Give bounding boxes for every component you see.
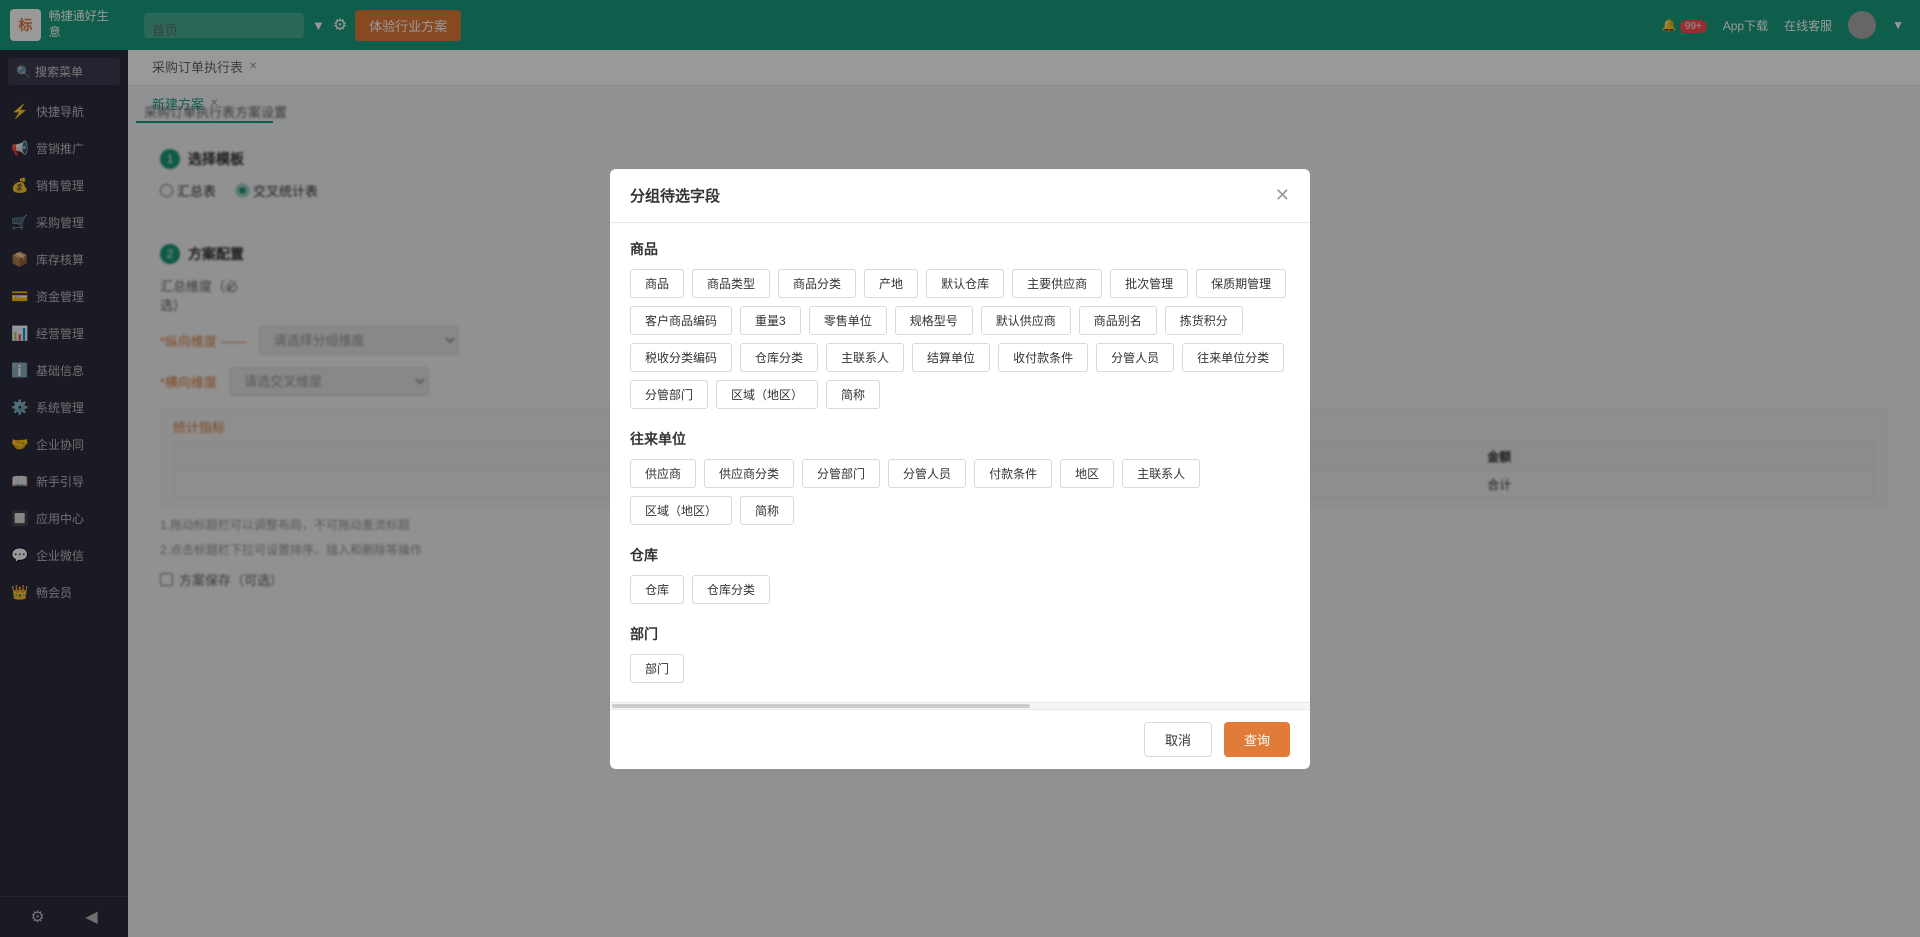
field-tags: 部门 — [630, 654, 1290, 683]
field-tag-税收分类编码[interactable]: 税收分类编码 — [630, 343, 732, 372]
field-tag-仓库[interactable]: 仓库 — [630, 575, 684, 604]
field-tags: 商品商品类型商品分类产地默认仓库主要供应商批次管理保质期管理客户商品编码重量3 零… — [630, 269, 1290, 409]
field-group-title: 部门 — [630, 624, 1290, 644]
field-tag-主联系人[interactable]: 主联系人 — [826, 343, 904, 372]
modal-body: 商品商品商品类型商品分类产地默认仓库主要供应商批次管理保质期管理客户商品编码重量… — [610, 223, 1310, 703]
field-tag-规格型号[interactable]: 规格型号 — [895, 306, 973, 335]
field-tag-简称[interactable]: 简称 — [826, 380, 880, 409]
field-tag-拣货积分[interactable]: 拣货积分 — [1165, 306, 1243, 335]
field-tag-主要供应商[interactable]: 主要供应商 — [1012, 269, 1102, 298]
field-tag-区域（地区）[interactable]: 区域（地区） — [716, 380, 818, 409]
field-tag-地区[interactable]: 地区 — [1060, 459, 1114, 488]
modal-overlay[interactable]: 分组待选字段 ✕ 商品商品商品类型商品分类产地默认仓库主要供应商批次管理保质期管… — [0, 0, 1920, 937]
field-tag-付款条件[interactable]: 付款条件 — [974, 459, 1052, 488]
field-group-仓库: 仓库仓库仓库分类 — [630, 545, 1290, 604]
modal-close-button[interactable]: ✕ — [1275, 185, 1290, 206]
field-tag-默认仓库[interactable]: 默认仓库 — [926, 269, 1004, 298]
field-tag-零售单位[interactable]: 零售单位 — [809, 306, 887, 335]
field-tag-供应商分类[interactable]: 供应商分类 — [704, 459, 794, 488]
modal-title: 分组待选字段 — [630, 185, 720, 206]
field-group-往来单位: 往来单位供应商供应商分类分管部门分管人员付款条件地区主联系人区域（地区） 简称 — [630, 429, 1290, 525]
field-tag-简称[interactable]: 简称 — [740, 496, 794, 525]
field-tag-分管人员[interactable]: 分管人员 — [888, 459, 966, 488]
cancel-button[interactable]: 取消 — [1144, 722, 1212, 757]
field-group-title: 商品 — [630, 239, 1290, 259]
field-tag-分管部门[interactable]: 分管部门 — [802, 459, 880, 488]
field-tag-仓库分类[interactable]: 仓库分类 — [692, 575, 770, 604]
field-tag-商品分类[interactable]: 商品分类 — [778, 269, 856, 298]
field-tag-仓库分类[interactable]: 仓库分类 — [740, 343, 818, 372]
field-group-title: 往来单位 — [630, 429, 1290, 449]
field-tag-商品[interactable]: 商品 — [630, 269, 684, 298]
field-tag-收付款条件[interactable]: 收付款条件 — [998, 343, 1088, 372]
field-tag-商品类型[interactable]: 商品类型 — [692, 269, 770, 298]
field-tag-供应商[interactable]: 供应商 — [630, 459, 696, 488]
field-group-商品: 商品商品商品类型商品分类产地默认仓库主要供应商批次管理保质期管理客户商品编码重量… — [630, 239, 1290, 409]
field-tag-区域（地区）[interactable]: 区域（地区） — [630, 496, 732, 525]
modal-footer: 取消 查询 — [610, 709, 1310, 769]
scrollbar-thumb — [612, 704, 1030, 708]
field-tag-结算单位[interactable]: 结算单位 — [912, 343, 990, 372]
field-tag-默认供应商[interactable]: 默认供应商 — [981, 306, 1071, 335]
modal-dialog: 分组待选字段 ✕ 商品商品商品类型商品分类产地默认仓库主要供应商批次管理保质期管… — [610, 169, 1310, 769]
field-tag-主联系人[interactable]: 主联系人 — [1122, 459, 1200, 488]
field-group-部门: 部门部门 — [630, 624, 1290, 683]
field-tag-客户商品编码[interactable]: 客户商品编码 — [630, 306, 732, 335]
field-tag-分管部门[interactable]: 分管部门 — [630, 380, 708, 409]
field-tag-商品别名[interactable]: 商品别名 — [1079, 306, 1157, 335]
field-tag-保质期管理[interactable]: 保质期管理 — [1196, 269, 1286, 298]
field-tags: 仓库仓库分类 — [630, 575, 1290, 604]
field-tag-产地[interactable]: 产地 — [864, 269, 918, 298]
field-tag-往来单位分类[interactable]: 往来单位分类 — [1182, 343, 1284, 372]
field-tag-批次管理[interactable]: 批次管理 — [1110, 269, 1188, 298]
confirm-button[interactable]: 查询 — [1224, 722, 1290, 757]
field-group-title: 仓库 — [630, 545, 1290, 565]
field-tag-重量3[interactable]: 重量3 — [740, 306, 801, 335]
field-tags: 供应商供应商分类分管部门分管人员付款条件地区主联系人区域（地区） 简称 — [630, 459, 1290, 525]
field-groups: 商品商品商品类型商品分类产地默认仓库主要供应商批次管理保质期管理客户商品编码重量… — [630, 239, 1290, 703]
field-tag-分管人员[interactable]: 分管人员 — [1096, 343, 1174, 372]
field-tag-部门[interactable]: 部门 — [630, 654, 684, 683]
modal-header: 分组待选字段 ✕ — [610, 169, 1310, 223]
